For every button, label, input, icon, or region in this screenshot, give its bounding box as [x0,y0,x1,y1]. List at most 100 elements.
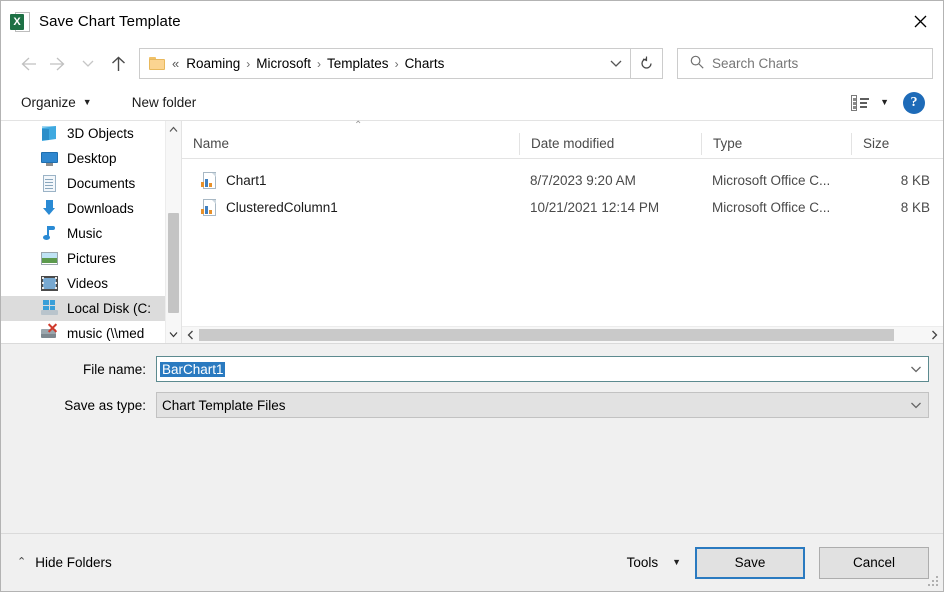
scroll-left-button[interactable] [182,327,199,343]
sidebar-item-label: Downloads [67,201,134,216]
navigation-bar: « Roaming › Microsoft › Templates › Char… [1,42,943,85]
new-folder-button[interactable]: New folder [124,89,205,117]
search-input[interactable]: Search Charts [712,56,798,71]
window-title: Save Chart Template [39,13,181,30]
sidebar-item-desktop[interactable]: Desktop [1,146,181,171]
cancel-button[interactable]: Cancel [819,547,929,579]
file-name-input[interactable]: BarChart1 [156,356,929,382]
back-button[interactable] [13,49,43,79]
sidebar-item-3d-objects[interactable]: 3D Objects [1,121,181,146]
save-as-type-dropdown-button[interactable] [904,393,928,417]
save-as-type-value: Chart Template Files [157,398,286,413]
sidebar-item-label: music (\\med [67,326,144,341]
sidebar-scroll-thumb[interactable] [168,213,179,313]
file-type-cell: Microsoft Office C... [701,173,851,188]
hide-folders-button[interactable]: ⌃ Hide Folders [17,555,112,570]
breadcrumb-separator[interactable]: › [317,57,321,71]
up-button[interactable] [103,49,133,79]
arrow-right-icon [49,57,67,71]
save-as-type-select[interactable]: Chart Template Files [156,392,929,418]
column-header-date-modified[interactable]: Date modified [519,133,701,155]
sidebar-item-network-music[interactable]: music (\\med [1,321,181,343]
file-type-cell: Microsoft Office C... [701,200,851,215]
scroll-right-button[interactable] [926,327,943,343]
breadcrumb-item-roaming[interactable]: Roaming [183,54,243,73]
breadcrumb-overflow[interactable]: « [172,56,179,71]
excel-icon-letter: X [10,14,24,30]
sidebar-item-music[interactable]: Music [1,221,181,246]
file-list-header: Name Date modified Type Size [182,130,943,159]
change-view-icon[interactable] [851,95,869,111]
file-name-label: File name: [1,362,156,377]
title-bar: X Save Chart Template [1,1,943,42]
breadcrumb-item-microsoft[interactable]: Microsoft [253,54,314,73]
breadcrumb-separator[interactable]: › [246,57,250,71]
pictures-icon [41,250,58,267]
breadcrumb-item-templates[interactable]: Templates [324,54,392,73]
desktop-icon [41,150,58,167]
chevron-down-icon [910,365,922,374]
file-name-dropdown-button[interactable] [904,357,928,381]
file-size-cell: 8 KB [851,200,943,215]
column-header-size[interactable]: Size [851,133,944,155]
folder-icon [149,57,165,70]
close-button[interactable] [897,1,943,41]
breadcrumb[interactable]: « Roaming › Microsoft › Templates › Char… [139,48,631,79]
file-list-horizontal-scrollbar[interactable] [182,326,943,343]
column-header-type[interactable]: Type [701,133,851,155]
table-row[interactable]: ClusteredColumn1 10/21/2021 12:14 PM Mic… [182,194,943,221]
organize-button[interactable]: Organize ▼ [13,89,100,117]
sidebar-scroll-up-button[interactable] [166,121,181,138]
form-filler [1,428,943,533]
sidebar-item-local-disk[interactable]: Local Disk (C: [1,296,181,321]
tools-label: Tools [627,555,659,570]
local-disk-icon [41,300,58,317]
view-dropdown-button[interactable]: ▼ [880,98,889,107]
sidebar-scroll-down-button[interactable] [166,326,181,343]
forward-button[interactable] [43,49,73,79]
column-header-name[interactable]: Name [182,133,519,155]
sidebar-item-downloads[interactable]: Downloads [1,196,181,221]
chart-template-icon [201,172,217,189]
recent-locations-button[interactable] [73,49,103,79]
file-date-cell: 10/21/2021 12:14 PM [519,200,701,215]
arrow-up-icon [111,56,126,72]
sidebar-item-videos[interactable]: Videos [1,271,181,296]
chevron-down-icon [910,401,922,410]
sidebar-item-label: 3D Objects [67,126,134,141]
search-icon [690,55,704,72]
refresh-button[interactable] [631,48,663,79]
search-box[interactable]: Search Charts [677,48,933,79]
sidebar-scrollbar[interactable] [165,121,181,343]
tools-button[interactable]: Tools ▼ [627,555,681,570]
hide-folders-label: Hide Folders [35,555,112,570]
chevron-down-icon [610,59,622,68]
sort-ascending-icon: ⌃ [354,121,362,131]
resize-grip[interactable] [928,576,940,588]
documents-icon [41,175,58,192]
help-button[interactable]: ? [903,92,925,114]
horizontal-scroll-thumb[interactable] [199,329,894,341]
close-icon [914,15,927,28]
horizontal-scroll-track[interactable] [199,327,926,343]
sidebar-item-pictures[interactable]: Pictures [1,246,181,271]
save-chart-template-dialog: X Save Chart Template [0,0,944,592]
breadcrumb-item-charts[interactable]: Charts [402,54,448,73]
music-icon [41,225,58,242]
table-row[interactable]: Chart1 8/7/2023 9:20 AM Microsoft Office… [182,167,943,194]
file-size-cell: 8 KB [851,173,943,188]
organize-label: Organize [21,95,76,110]
excel-icon: X [10,12,30,32]
file-name-row: File name: BarChart1 [1,356,943,382]
arrow-left-icon [19,57,37,71]
sidebar-item-documents[interactable]: Documents [1,171,181,196]
breadcrumb-dropdown-button[interactable] [602,59,630,68]
sidebar-item-label: Local Disk (C: [67,301,151,316]
file-name-value[interactable]: BarChart1 [160,362,225,377]
breadcrumb-separator[interactable]: › [395,57,399,71]
save-button[interactable]: Save [695,547,805,579]
caret-down-icon: ▼ [672,558,681,567]
sidebar-item-label: Documents [67,176,135,191]
save-as-type-row: Save as type: Chart Template Files [1,392,943,418]
dialog-footer: ⌃ Hide Folders Tools ▼ Save Cancel [1,533,943,591]
